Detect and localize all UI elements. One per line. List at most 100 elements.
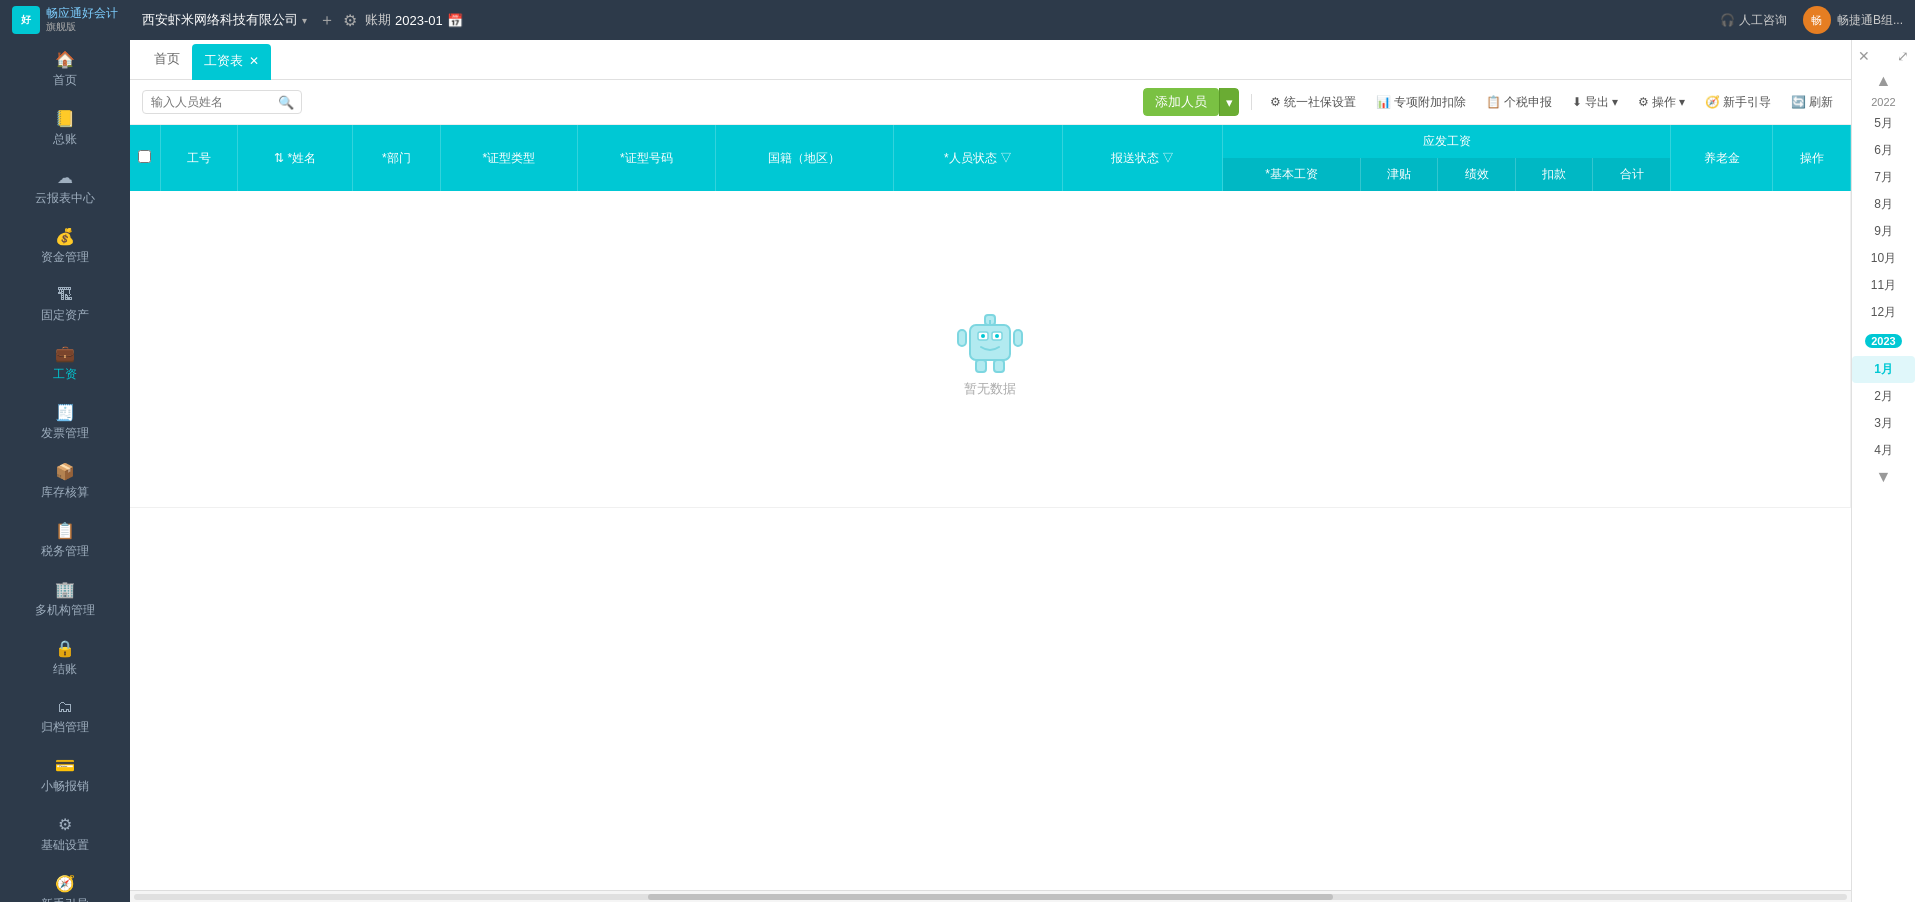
export-action[interactable]: ⬇ 导出 ▾	[1566, 90, 1624, 115]
sidebar-label-tax: 税务管理	[41, 543, 89, 560]
operate-action[interactable]: ⚙ 操作 ▾	[1632, 90, 1691, 115]
guide-action-label: 新手引导	[1723, 94, 1771, 111]
personal-tax-label: 个税申报	[1504, 94, 1552, 111]
month-2023-02[interactable]: 2月	[1852, 383, 1915, 410]
month-2022-05[interactable]: 5月	[1852, 110, 1915, 137]
month-2022-12[interactable]: 12月	[1852, 299, 1915, 326]
sidebar-item-expense[interactable]: 💳 小畅报销	[0, 746, 130, 805]
expense-icon: 💳	[55, 756, 75, 775]
sidebar-item-close[interactable]: 🔒 结账	[0, 629, 130, 688]
headset-icon: 🎧	[1720, 13, 1735, 27]
th-id-num: *证型号码	[578, 125, 716, 191]
month-2022-07[interactable]: 7月	[1852, 164, 1915, 191]
month-2023-04[interactable]: 4月	[1852, 437, 1915, 464]
select-all-checkbox[interactable]	[138, 150, 151, 163]
sidebar-item-fixed-assets[interactable]: 🏗 固定资产	[0, 276, 130, 334]
sidebar-item-basic[interactable]: ⚙ 基础设置	[0, 805, 130, 864]
invoice-icon: 🧾	[55, 403, 75, 422]
sidebar-item-fund[interactable]: 💰 资金管理	[0, 217, 130, 276]
refresh-action[interactable]: 🔄 刷新	[1785, 90, 1839, 115]
inventory-icon: 📦	[55, 462, 75, 481]
empty-state: 暂无数据	[136, 199, 1844, 499]
service-label: 人工咨询	[1739, 12, 1787, 29]
next-year-button[interactable]: ▼	[1872, 464, 1896, 490]
prev-year-button[interactable]: ▲	[1872, 68, 1896, 94]
sidebar-item-archive[interactable]: 🗂 归档管理	[0, 688, 130, 746]
th-performance: 绩效	[1438, 158, 1516, 191]
sidebar-item-multi-org[interactable]: 🏢 多机构管理	[0, 570, 130, 629]
company-selector[interactable]: 西安虾米网络科技有限公司 ▾	[142, 11, 307, 29]
sort-icon: ⇅	[274, 151, 284, 165]
sidebar-item-cloud-report[interactable]: ☁ 云报表中心	[0, 158, 130, 217]
sidebar-label-archive: 归档管理	[41, 719, 89, 736]
sidebar-item-home[interactable]: 🏠 首页	[0, 40, 130, 99]
th-base-salary: *基本工资	[1223, 158, 1361, 191]
sidebar-label-inventory: 库存核算	[41, 484, 89, 501]
report-filter-icon[interactable]: ▽	[1162, 151, 1174, 165]
sidebar-label-close: 结账	[53, 661, 77, 678]
multi-org-icon: 🏢	[55, 580, 75, 599]
search-wrap: 🔍	[142, 90, 302, 114]
sidebar-label-invoice: 发票管理	[41, 425, 89, 442]
social-security-action[interactable]: ⚙ 统一社保设置	[1264, 90, 1362, 115]
sidebar-label-expense: 小畅报销	[41, 778, 89, 795]
svg-point-3	[981, 334, 985, 338]
fund-icon: 💰	[55, 227, 75, 246]
add-person-button-group: 添加人员 ▾	[1143, 88, 1239, 116]
add-person-dropdown[interactable]: ▾	[1219, 88, 1239, 116]
close-period-icon: 🔒	[55, 639, 75, 658]
svg-rect-7	[958, 330, 966, 346]
month-2022-08[interactable]: 8月	[1852, 191, 1915, 218]
month-2023-03[interactable]: 3月	[1852, 410, 1915, 437]
add-person-label: 添加人员	[1155, 93, 1207, 111]
month-2022-11[interactable]: 11月	[1852, 272, 1915, 299]
tab-home[interactable]: 首页	[142, 40, 192, 80]
sidebar-item-ledger[interactable]: 📒 总账	[0, 99, 130, 158]
calendar-icon[interactable]: 📅	[447, 13, 463, 28]
sidebar-label-home: 首页	[53, 72, 77, 89]
year-2023-badge: 2023	[1865, 334, 1901, 348]
month-2022-10[interactable]: 10月	[1852, 245, 1915, 272]
guide-action[interactable]: 🧭 新手引导	[1699, 90, 1777, 115]
month-2022-06[interactable]: 6月	[1852, 137, 1915, 164]
panel-close-button[interactable]: ✕	[1858, 48, 1870, 64]
tab-close-icon[interactable]: ✕	[249, 54, 259, 68]
svg-rect-8	[1014, 330, 1022, 346]
period-label: 账期	[365, 11, 391, 29]
th-total: 合计	[1593, 158, 1671, 191]
guide-icon: 🧭	[55, 874, 75, 893]
sidebar-item-invoice[interactable]: 🧾 发票管理	[0, 393, 130, 452]
month-2022-09[interactable]: 9月	[1852, 218, 1915, 245]
month-2023-01[interactable]: 1月	[1852, 356, 1915, 383]
th-dept: *部门	[353, 125, 440, 191]
add-button[interactable]: ＋	[319, 10, 335, 31]
main-layout: 🏠 首页 📒 总账 ☁ 云报表中心 💰 资金管理 🏗 固定资产 💼 工资 🧾 发…	[0, 40, 1915, 902]
refresh-label: 刷新	[1809, 94, 1833, 111]
sidebar-item-salary[interactable]: 💼 工资	[0, 334, 130, 393]
add-person-button[interactable]: 添加人员	[1143, 88, 1219, 116]
sidebar-item-guide[interactable]: 🧭 新手引导	[0, 864, 130, 902]
guide-action-icon: 🧭	[1705, 95, 1720, 109]
settings-button[interactable]: ⚙	[343, 11, 357, 30]
app-sub: 旗舰版	[46, 20, 118, 34]
tab-bar: 首页 工资表 ✕	[130, 40, 1851, 80]
personal-tax-action[interactable]: 📋 个税申报	[1480, 90, 1558, 115]
year-2022-section: 2022 5月 6月 7月 8月 9月 10月 11月 12月	[1852, 94, 1915, 326]
sidebar-label-guide: 新手引导	[41, 896, 89, 902]
scroll-thumb[interactable]	[648, 894, 1333, 900]
sidebar-label-ledger: 总账	[53, 131, 77, 148]
th-checkbox	[130, 125, 160, 191]
sidebar-item-inventory[interactable]: 📦 库存核算	[0, 452, 130, 511]
special-deduction-action[interactable]: 📊 专项附加扣除	[1370, 90, 1472, 115]
user-area[interactable]: 畅 畅捷通B组...	[1803, 6, 1903, 34]
divider-1	[1251, 94, 1252, 110]
sidebar-item-tax[interactable]: 📋 税务管理	[0, 511, 130, 570]
panel-expand-button[interactable]: ⤢	[1897, 48, 1909, 64]
special-deduction-label: 专项附加扣除	[1394, 94, 1466, 111]
th-nation: 国籍（地区）	[715, 125, 893, 191]
export-label: 导出	[1585, 94, 1609, 111]
svg-rect-9	[976, 360, 986, 372]
tab-salary-table[interactable]: 工资表 ✕	[192, 44, 271, 80]
service-button[interactable]: 🎧 人工咨询	[1720, 12, 1787, 29]
status-filter-icon[interactable]: ▽	[1000, 151, 1012, 165]
